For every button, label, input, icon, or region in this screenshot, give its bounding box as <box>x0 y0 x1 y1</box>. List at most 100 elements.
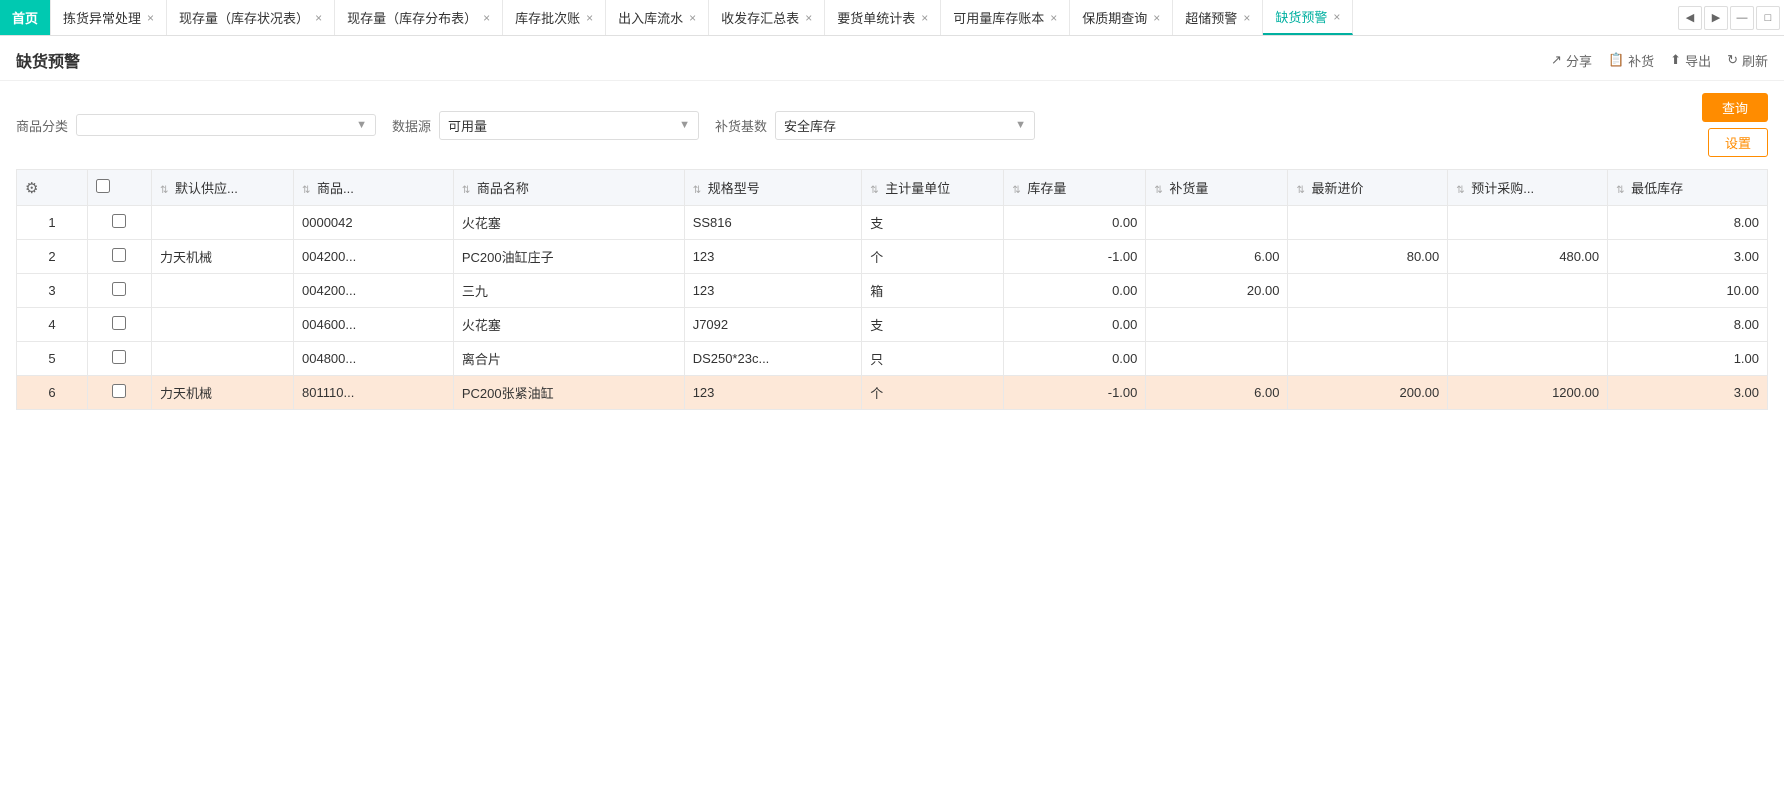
cell-price-4 <box>1288 342 1448 376</box>
tab-defective-close[interactable]: × <box>147 12 154 24</box>
export-label: 导出 <box>1685 51 1711 70</box>
export-icon: ⬆ <box>1670 52 1681 68</box>
col-stock-label: 库存量 <box>1027 181 1066 196</box>
cell-check-2[interactable] <box>88 274 152 308</box>
tab-expiry[interactable]: 保质期查询 × <box>1070 0 1173 35</box>
tab-overstock-close[interactable]: × <box>1243 12 1250 24</box>
col-header-replenish[interactable]: ⇅ 补货量 <box>1146 170 1288 206</box>
table-header-row: ⚙ ⇅ 默认供应... ⇅ 商品... ⇅ 商品名称 <box>17 170 1768 206</box>
table-area: ⚙ ⇅ 默认供应... ⇅ 商品... ⇅ 商品名称 <box>0 169 1784 410</box>
tab-receive-close[interactable]: × <box>805 12 812 24</box>
tab-available-close[interactable]: × <box>1050 12 1057 24</box>
cell-unit-5: 个 <box>862 376 1004 410</box>
tab-minimize-btn[interactable]: — <box>1730 6 1754 30</box>
filter-area: 商品分类 ▼ 数据源 可用量 ▼ 补货基数 安全库存 ▼ 查询 设置 <box>0 81 1784 169</box>
col-header-stock[interactable]: ⇅ 库存量 <box>1004 170 1146 206</box>
tab-stock-dist[interactable]: 现存量（库存分布表） × <box>335 0 503 35</box>
col-header-check <box>88 170 152 206</box>
cell-stock-3: 0.00 <box>1004 308 1146 342</box>
cell-check-0[interactable] <box>88 206 152 240</box>
tab-stock-status[interactable]: 现存量（库存状况表） × <box>167 0 335 35</box>
cell-stock-5: -1.00 <box>1004 376 1146 410</box>
share-icon: ↗ <box>1551 52 1562 68</box>
tab-batch-label: 库存批次账 <box>515 8 580 27</box>
row-checkbox-0[interactable] <box>112 214 126 228</box>
row-checkbox-5[interactable] <box>112 384 126 398</box>
cell-buy-3 <box>1448 308 1608 342</box>
cell-stock-0: 0.00 <box>1004 206 1146 240</box>
cell-spec-4: DS250*23c... <box>684 342 862 376</box>
col-header-code[interactable]: ⇅ 商品... <box>294 170 454 206</box>
cell-spec-0: SS816 <box>684 206 862 240</box>
replenish-action[interactable]: 📋 补货 <box>1608 51 1654 70</box>
tab-home[interactable]: 首页 <box>0 0 51 35</box>
tab-demand[interactable]: 要货单统计表 × <box>825 0 941 35</box>
col-header-supplier[interactable]: ⇅ 默认供应... <box>151 170 293 206</box>
settings-gear-icon[interactable]: ⚙ <box>25 180 38 197</box>
export-action[interactable]: ⬆ 导出 <box>1670 51 1711 70</box>
row-checkbox-3[interactable] <box>112 316 126 330</box>
tab-overstock[interactable]: 超储预警 × <box>1173 0 1263 35</box>
cell-no-2: 3 <box>17 274 88 308</box>
datasource-select[interactable]: 可用量 ▼ <box>439 111 699 140</box>
tab-batch[interactable]: 库存批次账 × <box>503 0 606 35</box>
row-checkbox-2[interactable] <box>112 282 126 296</box>
col-header-name[interactable]: ⇅ 商品名称 <box>453 170 684 206</box>
share-action[interactable]: ↗ 分享 <box>1551 51 1592 70</box>
tab-shortage[interactable]: 缺货预警 × <box>1263 0 1353 35</box>
cell-code-3: 004600... <box>294 308 454 342</box>
cell-supplier-0 <box>151 206 293 240</box>
col-unit-label: 主计量单位 <box>885 181 950 196</box>
cell-check-1[interactable] <box>88 240 152 274</box>
cell-check-5[interactable] <box>88 376 152 410</box>
tab-maximize-btn[interactable]: □ <box>1756 6 1780 30</box>
table-row: 6 力天机械 801110... PC200张紧油缸 123 个 -1.00 6… <box>17 376 1768 410</box>
tab-inout-close[interactable]: × <box>689 12 696 24</box>
cell-spec-5: 123 <box>684 376 862 410</box>
row-checkbox-1[interactable] <box>112 248 126 262</box>
col-replenish-label: 补货量 <box>1169 181 1208 196</box>
refresh-action[interactable]: ↻ 刷新 <box>1727 51 1768 70</box>
tab-stock-status-close[interactable]: × <box>315 12 322 24</box>
settings-button[interactable]: 设置 <box>1708 128 1768 157</box>
col-header-unit[interactable]: ⇅ 主计量单位 <box>862 170 1004 206</box>
cell-stock-4: 0.00 <box>1004 342 1146 376</box>
tab-available[interactable]: 可用量库存账本 × <box>941 0 1070 35</box>
cell-min-1: 3.00 <box>1608 240 1768 274</box>
tab-receive[interactable]: 收发存汇总表 × <box>709 0 825 35</box>
cell-supplier-4 <box>151 342 293 376</box>
row-checkbox-4[interactable] <box>112 350 126 364</box>
cell-name-0: 火花塞 <box>453 206 684 240</box>
col-header-buy[interactable]: ⇅ 预计采购... <box>1448 170 1608 206</box>
replenish-label: 补货 <box>1628 51 1654 70</box>
tab-batch-close[interactable]: × <box>586 12 593 24</box>
cell-supplier-3 <box>151 308 293 342</box>
cell-code-1: 004200... <box>294 240 454 274</box>
name-sort-icon: ⇅ <box>462 185 470 196</box>
tab-inout[interactable]: 出入库流水 × <box>606 0 709 35</box>
tab-defective[interactable]: 拣货异常处理 × <box>51 0 167 35</box>
select-all-checkbox[interactable] <box>96 179 110 193</box>
col-header-spec[interactable]: ⇅ 规格型号 <box>684 170 862 206</box>
cell-check-3[interactable] <box>88 308 152 342</box>
cell-name-2: 三九 <box>453 274 684 308</box>
cell-min-4: 1.00 <box>1608 342 1768 376</box>
col-header-price[interactable]: ⇅ 最新进价 <box>1288 170 1448 206</box>
category-select[interactable]: ▼ <box>76 114 376 136</box>
filter-datasource-group: 数据源 可用量 ▼ <box>392 111 699 140</box>
cell-price-2 <box>1288 274 1448 308</box>
tab-shortage-close[interactable]: × <box>1333 11 1340 23</box>
tab-stock-dist-close[interactable]: × <box>483 12 490 24</box>
tab-next-btn[interactable]: ▶ <box>1704 6 1728 30</box>
cell-replenish-2: 20.00 <box>1146 274 1288 308</box>
replenish-select[interactable]: 安全库存 ▼ <box>775 111 1035 140</box>
cell-check-4[interactable] <box>88 342 152 376</box>
tab-prev-btn[interactable]: ◀ <box>1678 6 1702 30</box>
cell-no-1: 2 <box>17 240 88 274</box>
cell-min-0: 8.00 <box>1608 206 1768 240</box>
col-header-min[interactable]: ⇅ 最低库存 <box>1608 170 1768 206</box>
tab-demand-close[interactable]: × <box>921 12 928 24</box>
tab-expiry-close[interactable]: × <box>1153 12 1160 24</box>
query-button[interactable]: 查询 <box>1702 93 1768 122</box>
col-price-label: 最新进价 <box>1311 181 1363 196</box>
